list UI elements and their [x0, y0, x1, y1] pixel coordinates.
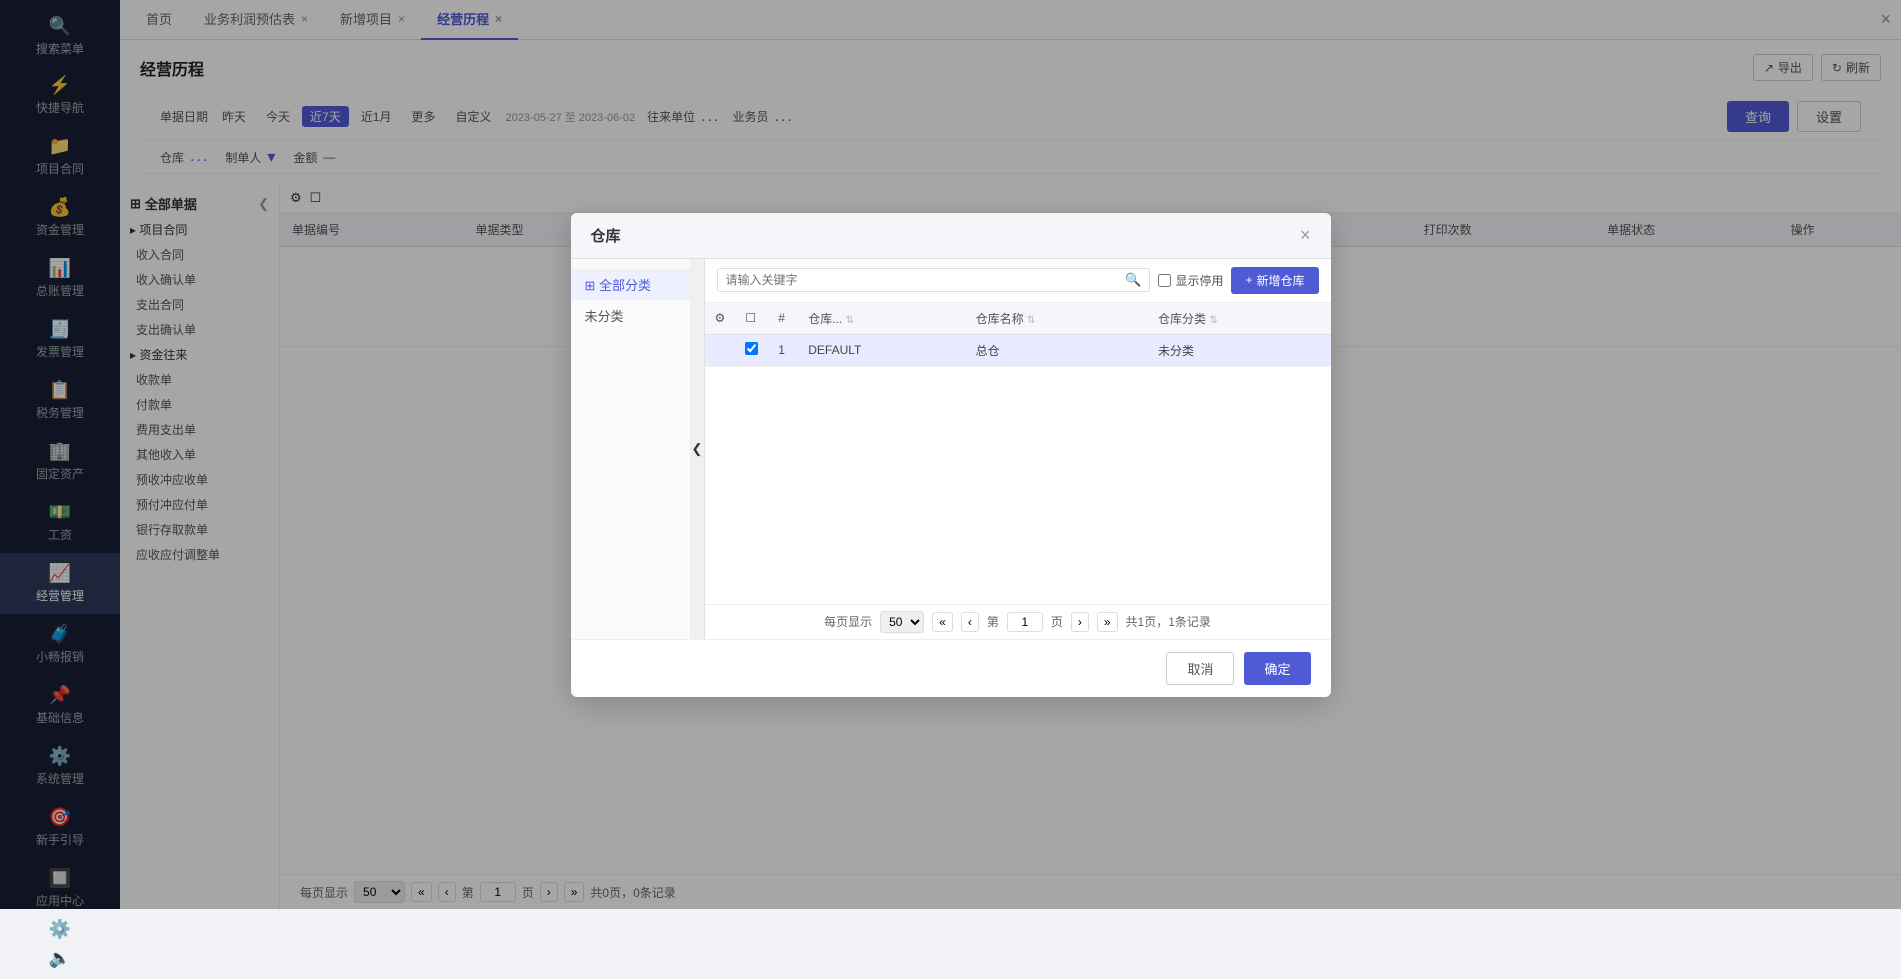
modal-search-box[interactable]: 🔍 — [717, 268, 1151, 292]
modal-confirm-button[interactable]: 确定 — [1244, 652, 1310, 685]
modal-col-code: 仓库... ⇅ — [798, 303, 965, 335]
modal-page-input[interactable] — [1007, 612, 1043, 632]
modal-overlay: 仓库 × ⊞ 全部分类 未分类 ❮ — [0, 0, 1901, 909]
modal-col-name: 仓库名称 ⇅ — [966, 303, 1148, 335]
row-seq: 1 — [768, 334, 798, 366]
modal-page-suffix: 页 — [1051, 613, 1063, 630]
modal-table: ⚙ ☐ # 仓库... ⇅ 仓库名称 ⇅ 仓库分类 ⇅ — [705, 303, 1331, 604]
modal-page-prefix: 第 — [987, 613, 999, 630]
modal-page-size-select[interactable]: 50 — [880, 611, 924, 633]
modal-prev-btn[interactable]: ‹ — [961, 612, 979, 632]
modal-search-input[interactable] — [726, 273, 1122, 287]
add-warehouse-button[interactable]: + 新增仓库 — [1231, 267, 1318, 294]
row-category: 未分类 — [1148, 334, 1330, 366]
modal-title: 仓库 — [591, 225, 621, 246]
row-code: DEFAULT — [798, 334, 965, 366]
show-disabled-label: 显示停用 — [1175, 272, 1223, 289]
modal-last-btn[interactable]: » — [1097, 612, 1118, 632]
add-label: 新增仓库 — [1256, 272, 1304, 289]
modal-total: 共1页，1条记录 — [1126, 613, 1211, 630]
modal-search-icon[interactable]: 🔍 — [1125, 272, 1141, 288]
bottom-settings-icon[interactable]: ⚙️ — [49, 919, 71, 940]
row-name: 总仓 — [966, 334, 1148, 366]
modal-toolbar: 🔍 显示停用 + 新增仓库 — [705, 259, 1331, 303]
sidebar-bottom: ⚙️ 🔈 — [49, 919, 71, 979]
grid-small-icon: ⊞ — [585, 278, 596, 293]
modal-left-panel: ⊞ 全部分类 未分类 — [571, 259, 691, 639]
modal-category-all[interactable]: ⊞ 全部分类 — [571, 269, 690, 300]
modal-collapse-btn[interactable]: ❮ — [691, 259, 705, 639]
modal-footer: 取消 确定 — [571, 639, 1331, 697]
modal-col-gear: ⚙ — [705, 303, 736, 335]
row-check[interactable] — [735, 334, 768, 366]
disabled-checkbox-input[interactable] — [1158, 274, 1171, 287]
table-row[interactable]: 1 DEFAULT 总仓 未分类 — [705, 334, 1331, 366]
modal-close-btn[interactable]: × — [1300, 225, 1311, 246]
modal-cancel-button[interactable]: 取消 — [1166, 652, 1234, 685]
modal-col-category: 仓库分类 ⇅ — [1148, 303, 1330, 335]
modal-col-seq: # — [768, 303, 798, 335]
modal-pagination: 每页显示 50 « ‹ 第 页 › » 共1页，1条记录 — [705, 604, 1331, 639]
collapse-arrow-icon: ❮ — [692, 441, 703, 457]
modal-next-btn[interactable]: › — [1071, 612, 1089, 632]
modal-first-btn[interactable]: « — [932, 612, 953, 632]
modal-body: ⊞ 全部分类 未分类 ❮ 🔍 显示停用 — [571, 259, 1331, 639]
modal-page-size-label: 每页显示 — [824, 613, 872, 630]
warehouse-modal: 仓库 × ⊞ 全部分类 未分类 ❮ — [571, 213, 1331, 697]
modal-category-unclassified[interactable]: 未分类 — [571, 300, 690, 331]
bottom-volume-icon[interactable]: 🔈 — [49, 948, 71, 969]
modal-header: 仓库 × — [571, 213, 1331, 259]
add-icon: + — [1245, 273, 1252, 287]
show-disabled-checkbox[interactable]: 显示停用 — [1158, 272, 1223, 289]
modal-col-check: ☐ — [735, 303, 768, 335]
modal-right-panel: 🔍 显示停用 + 新增仓库 — [705, 259, 1331, 639]
row-gear — [705, 334, 736, 366]
